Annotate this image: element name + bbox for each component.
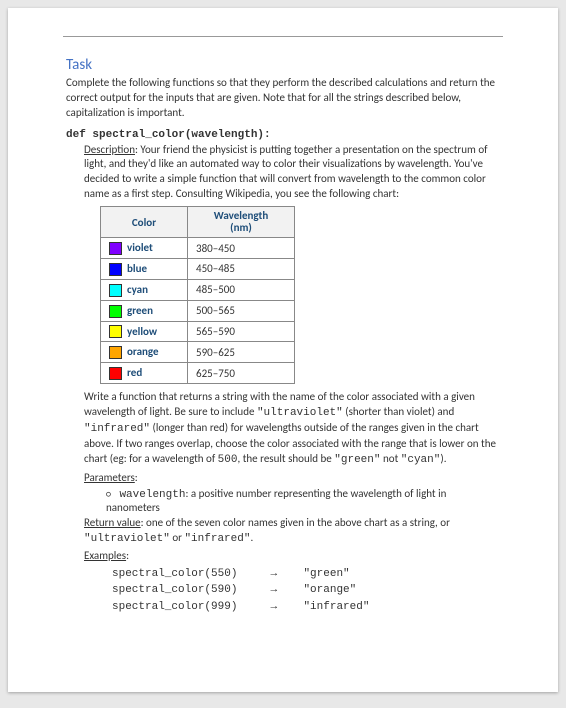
swatch-icon xyxy=(109,284,122,297)
instr-text: , the result should be xyxy=(237,452,334,465)
return-code: "infrared" xyxy=(184,533,250,545)
table-row: orange 590–625 xyxy=(101,342,295,363)
color-name: cyan xyxy=(127,283,148,296)
example-result: "orange" xyxy=(303,584,356,596)
instr-code: "cyan" xyxy=(401,454,441,466)
instruction-paragraph: Write a function that returns a string w… xyxy=(84,390,500,467)
swatch-icon xyxy=(109,305,122,318)
table-row: cyan 485–500 xyxy=(101,279,295,300)
parameters-heading: Parameters: xyxy=(84,471,500,486)
wavelength-range: 450–485 xyxy=(188,258,295,279)
example-result: "green" xyxy=(303,568,349,580)
color-name: violet xyxy=(127,241,153,254)
examples-label: Examples xyxy=(84,549,126,562)
document-page: Task Complete the following functions so… xyxy=(8,8,558,692)
swatch-icon xyxy=(109,367,122,380)
description-paragraph: Description: Your friend the physicist i… xyxy=(84,143,500,202)
instr-text: not xyxy=(381,452,401,465)
param-name: wavelength xyxy=(119,489,185,501)
arrow-icon: → xyxy=(270,601,277,613)
return-value-paragraph: Return value: one of the seven color nam… xyxy=(84,516,500,547)
return-text: : one of the seven color names given in … xyxy=(141,516,450,529)
wavelength-range: 485–500 xyxy=(188,279,295,300)
description-label: Description xyxy=(84,143,135,156)
table-header-color: Color xyxy=(101,206,188,237)
table-header-wavelength-top: Wavelength xyxy=(214,209,268,222)
return-label: Return value xyxy=(84,516,141,529)
wavelength-range: 380–450 xyxy=(188,238,295,259)
table-row: green 500–565 xyxy=(101,300,295,321)
swatch-icon xyxy=(109,263,122,276)
task-body: Description: Your friend the physicist i… xyxy=(84,143,500,616)
examples-block: spectral_color(550) → "green" spectral_c… xyxy=(112,566,500,616)
return-or: or xyxy=(170,531,185,544)
color-name: blue xyxy=(127,262,147,275)
color-name: orange xyxy=(127,345,159,358)
arrow-icon: → xyxy=(270,584,277,596)
instr-code: "green" xyxy=(334,454,380,466)
table-row: red 625–750 xyxy=(101,363,295,384)
arrow-icon: → xyxy=(270,568,277,580)
table-header-wavelength-bottom: (nm) xyxy=(230,221,252,234)
color-name: red xyxy=(127,366,142,379)
table-row: blue 450–485 xyxy=(101,258,295,279)
instr-text: (shorter than violet) and xyxy=(343,405,454,418)
parameters-label: Parameters xyxy=(84,471,135,484)
wavelength-range: 625–750 xyxy=(188,363,295,384)
parameters-list: wavelength: a positive number representi… xyxy=(106,487,500,514)
example-call: spectral_color(550) xyxy=(112,568,237,580)
swatch-icon xyxy=(109,242,122,255)
table-header-wavelength: Wavelength (nm) xyxy=(188,206,295,237)
description-text: : Your friend the physicist is putting t… xyxy=(84,143,487,201)
instr-code: "infrared" xyxy=(84,423,150,435)
color-name: yellow xyxy=(127,325,157,338)
top-rule xyxy=(63,36,503,37)
wavelength-range: 565–590 xyxy=(188,321,295,342)
examples-heading: Examples: xyxy=(84,549,500,564)
section-title: Task xyxy=(66,56,500,74)
example-result: "infrared" xyxy=(303,601,369,613)
return-period: . xyxy=(250,531,253,544)
instr-text: ). xyxy=(440,452,446,465)
wavelength-range: 590–625 xyxy=(188,342,295,363)
intro-paragraph: Complete the following functions so that… xyxy=(66,76,500,121)
return-code: "ultraviolet" xyxy=(84,533,170,545)
swatch-icon xyxy=(109,346,122,359)
swatch-icon xyxy=(109,325,122,338)
function-signature: def spectral_color(wavelength): xyxy=(66,129,500,141)
color-name: green xyxy=(127,304,153,317)
wavelength-range: 500–565 xyxy=(188,300,295,321)
instr-code: 500 xyxy=(218,454,238,466)
intro-text: Complete the following functions so that… xyxy=(66,76,495,119)
wavelength-table: Color Wavelength (nm) violet 380–450 blu… xyxy=(100,206,295,384)
list-item: wavelength: a positive number representi… xyxy=(106,487,500,514)
table-row: violet 380–450 xyxy=(101,238,295,259)
instr-code: "ultraviolet" xyxy=(257,407,343,419)
example-call: spectral_color(999) xyxy=(112,601,237,613)
example-call: spectral_color(590) xyxy=(112,584,237,596)
table-row: yellow 565–590 xyxy=(101,321,295,342)
